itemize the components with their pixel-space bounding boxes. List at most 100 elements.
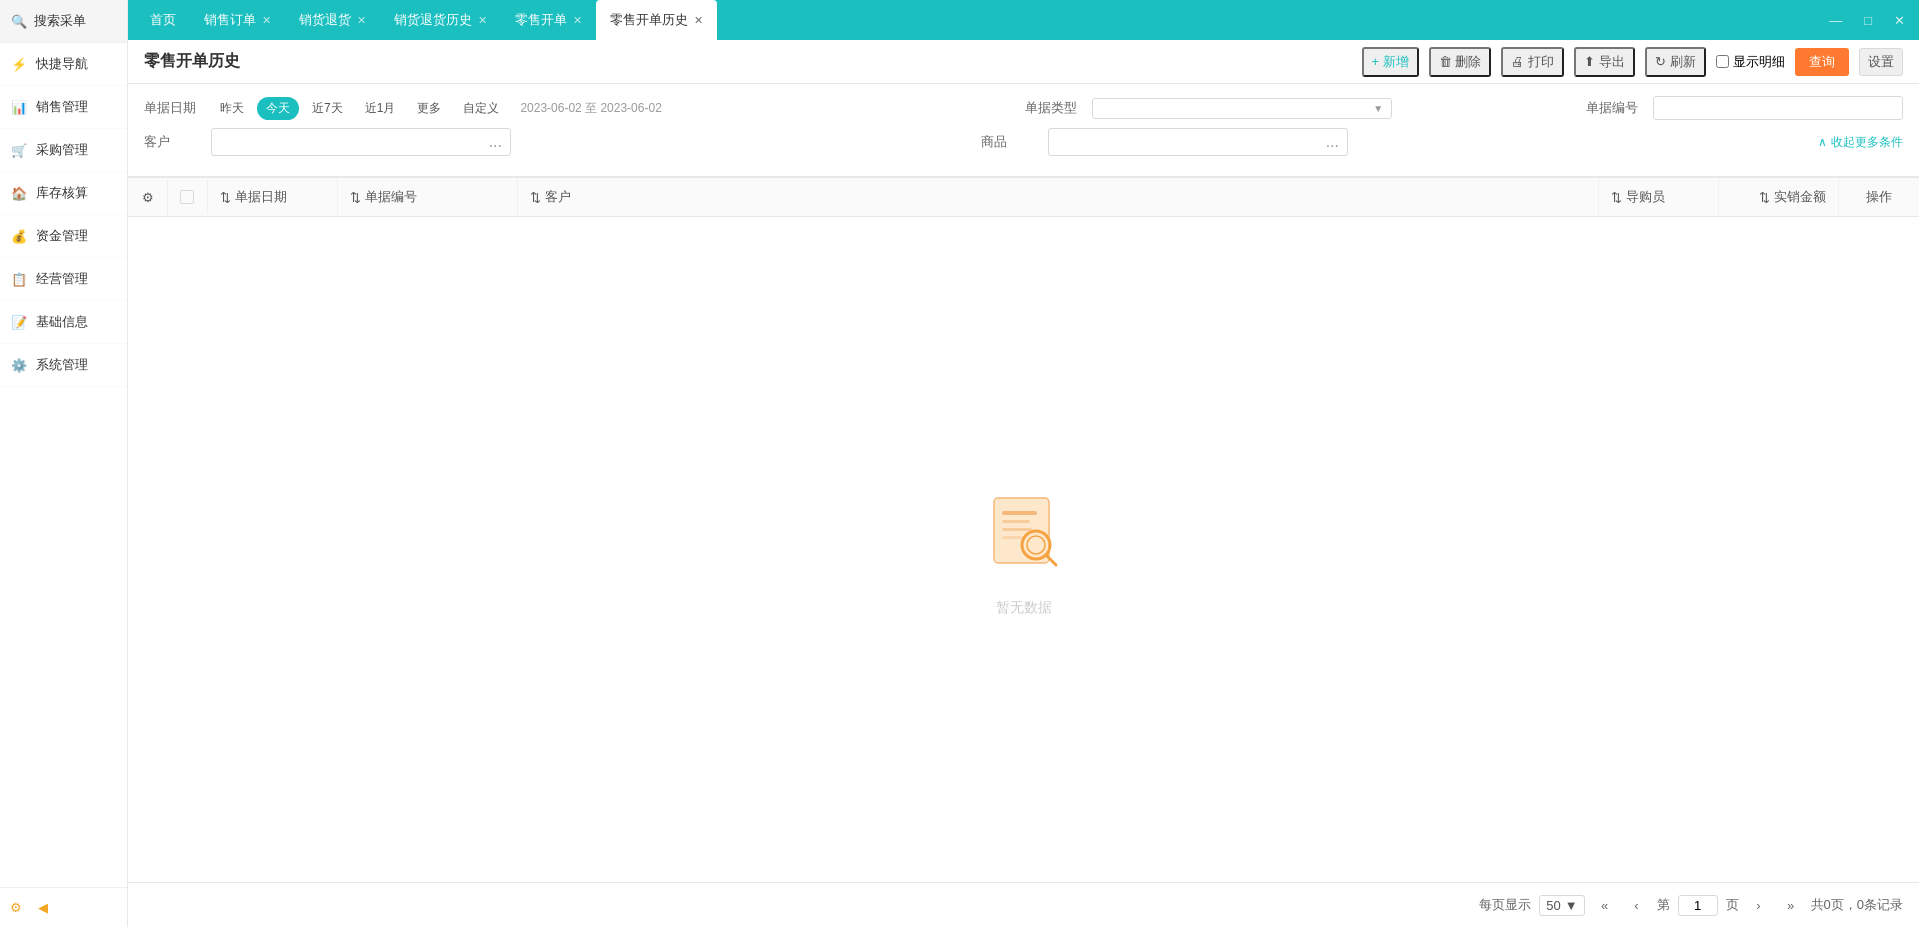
th-settings[interactable]: ⚙: [128, 180, 168, 215]
th-action: 操作: [1839, 178, 1919, 216]
tab-sales-return-history[interactable]: 销货退货历史 ✕: [380, 0, 501, 40]
tab-bar: 首页销售订单✕销货退货✕ 销货退货历史 ✕ 零售开单 ✕ 零售开单历史 ✕ — □ ✕: [128, 0, 1919, 40]
sidebar-item-inventory[interactable]: 🏠库存核算: [0, 172, 127, 215]
date-btn-yesterday[interactable]: 昨天: [211, 97, 253, 120]
print-button[interactable]: 🖨 打印: [1501, 47, 1564, 77]
nav-label: 基础信息: [36, 313, 88, 331]
query-button[interactable]: 查询: [1795, 48, 1849, 76]
bill-no-input[interactable]: [1662, 101, 1894, 115]
page-size-select[interactable]: 50 ▼: [1539, 895, 1584, 916]
search-icon: 🔍: [10, 12, 28, 30]
tab-retail-open-history[interactable]: 零售开单历史 ✕: [596, 0, 717, 40]
nav-label: 销售管理: [36, 98, 88, 116]
sidebar-item-purchase-mgmt[interactable]: 🛒采购管理: [0, 129, 127, 172]
sidebar-item-basic-info[interactable]: 📝 基础信息: [0, 301, 127, 344]
sidebar-item-quick-nav[interactable]: ⚡快捷导航: [0, 43, 127, 86]
collapse-filter-button[interactable]: ∧ 收起更多条件: [1818, 134, 1903, 151]
first-page-button[interactable]: «: [1593, 893, 1617, 917]
sort-icon[interactable]: ⇅: [1611, 190, 1622, 205]
next-page-button[interactable]: ›: [1747, 893, 1771, 917]
search-menu-label: 搜索采单: [34, 12, 86, 30]
page-toolbar: 零售开单历史 + 新增 🗑 删除 🖨 打印 ⬆ 导出 ↻ 刷新 显示明细 查询 …: [128, 40, 1919, 84]
tab-sales-return[interactable]: 销货退货✕: [285, 0, 380, 40]
prev-page-button[interactable]: ‹: [1625, 893, 1649, 917]
window-minimize[interactable]: —: [1823, 11, 1848, 30]
tab-sales-order[interactable]: 销售订单✕: [190, 0, 285, 40]
settings-button[interactable]: 设置: [1859, 48, 1903, 76]
tab-label: 零售开单: [515, 11, 567, 29]
nav-label: 经营管理: [36, 270, 88, 288]
th-amount: ⇅ 实销金额: [1719, 178, 1839, 216]
date-btn-today[interactable]: 今天: [257, 97, 299, 120]
tab-home[interactable]: 首页: [136, 0, 190, 40]
sidebar-item-sales-mgmt[interactable]: 📊 销售管理: [0, 86, 127, 129]
delete-button[interactable]: 🗑 删除: [1429, 47, 1492, 77]
nav-label: 系统管理: [36, 356, 88, 374]
date-btn-custom[interactable]: 自定义: [454, 97, 508, 120]
svg-rect-3: [1002, 528, 1032, 531]
tab-close-icon[interactable]: ✕: [573, 15, 582, 26]
customer-input[interactable]: [220, 135, 489, 149]
collapse-arrow-icon: ∧: [1818, 135, 1827, 149]
page-size-label: 每页显示: [1479, 896, 1531, 914]
last-page-button[interactable]: »: [1779, 893, 1803, 917]
settings-icon[interactable]: ⚙: [10, 900, 22, 915]
tab-close-icon[interactable]: ✕: [357, 15, 366, 26]
window-maximize[interactable]: □: [1858, 11, 1878, 30]
sort-icon[interactable]: ⇅: [1759, 190, 1770, 205]
svg-rect-4: [1002, 536, 1022, 539]
sort-icon[interactable]: ⇅: [220, 190, 231, 205]
nav-icon: 🛒: [10, 141, 28, 159]
date-quick-btns: 昨天今天近7天近1月更多自定义: [211, 97, 508, 120]
customer-pick-icon[interactable]: ...: [489, 133, 502, 151]
nav-icon: ⚙️: [10, 356, 28, 374]
th-guide: ⇅ 导购员: [1599, 178, 1719, 216]
tab-label: 零售开单历史: [610, 11, 688, 29]
page-label-end: 页: [1726, 896, 1739, 914]
goods-filter-label: 商品: [981, 133, 1036, 151]
sidebar-nav: ⚡快捷导航 📊 销售管理 🛒采购管理🏠库存核算💰资金管理📋经营管理 📝 基础信息 ⚙️ 系统管…: [0, 43, 127, 387]
sidebar-item-sys-mgmt[interactable]: ⚙️ 系统管理: [0, 344, 127, 387]
goods-input[interactable]: [1057, 135, 1326, 149]
date-btn-week[interactable]: 近7天: [303, 97, 352, 120]
tab-close-icon[interactable]: ✕: [262, 15, 271, 26]
select-all-checkbox[interactable]: [180, 190, 194, 204]
display-detail-toggle[interactable]: 显示明细: [1716, 53, 1785, 71]
export-button[interactable]: ⬆ 导出: [1574, 47, 1635, 77]
tab-close-icon[interactable]: ✕: [478, 15, 487, 26]
pagination: 每页显示 50 ▼ « ‹ 第 页 › » 共0页，0条记录: [128, 882, 1919, 927]
page-size-value: 50: [1546, 898, 1560, 913]
sidebar: 🔍 搜索采单 ⚡快捷导航 📊 销售管理 🛒采购管理🏠库存核算💰资金管理📋经营管理 📝 基础…: [0, 0, 128, 927]
tab-close-icon[interactable]: ✕: [694, 15, 703, 26]
new-button[interactable]: + 新增: [1362, 47, 1419, 77]
refresh-icon: ↻: [1655, 54, 1666, 69]
goods-pick-icon[interactable]: ...: [1326, 133, 1339, 151]
date-filter-label: 单据日期: [144, 99, 199, 117]
refresh-button[interactable]: ↻ 刷新: [1645, 47, 1706, 77]
nav-icon: 📊: [10, 98, 28, 116]
date-btn-more[interactable]: 更多: [408, 97, 450, 120]
tab-label: 销货退货历史: [394, 11, 472, 29]
customer-filter-label: 客户: [144, 133, 199, 151]
table-container: ⚙ ⇅ 单据日期 ⇅ 单据编号 ⇅ 客户 ⇅ 导购员 ⇅: [128, 177, 1919, 882]
customer-input-wrap: ...: [211, 128, 511, 156]
sidebar-item-finance[interactable]: 💰资金管理: [0, 215, 127, 258]
export-icon: ⬆: [1584, 54, 1595, 69]
collapse-icon[interactable]: ◀: [38, 900, 48, 915]
nav-icon: ⚡: [10, 55, 28, 73]
tab-retail-open[interactable]: 零售开单 ✕: [501, 0, 596, 40]
search-menu-item[interactable]: 🔍 搜索采单: [0, 0, 127, 43]
bill-type-select[interactable]: ▼: [1092, 98, 1392, 119]
table-header: ⚙ ⇅ 单据日期 ⇅ 单据编号 ⇅ 客户 ⇅ 导购员 ⇅: [128, 178, 1919, 217]
sort-icon[interactable]: ⇅: [530, 190, 541, 205]
table-settings-icon: ⚙: [142, 190, 154, 205]
window-close[interactable]: ✕: [1888, 11, 1911, 30]
display-detail-checkbox[interactable]: [1716, 55, 1729, 68]
date-btn-month[interactable]: 近1月: [356, 97, 405, 120]
sort-icon[interactable]: ⇅: [350, 190, 361, 205]
sidebar-item-operations[interactable]: 📋经营管理: [0, 258, 127, 301]
page-number-input[interactable]: [1678, 895, 1718, 916]
th-checkbox[interactable]: [168, 180, 208, 214]
nav-icon: 📝: [10, 313, 28, 331]
bill-no-label: 单据编号: [1586, 99, 1641, 117]
